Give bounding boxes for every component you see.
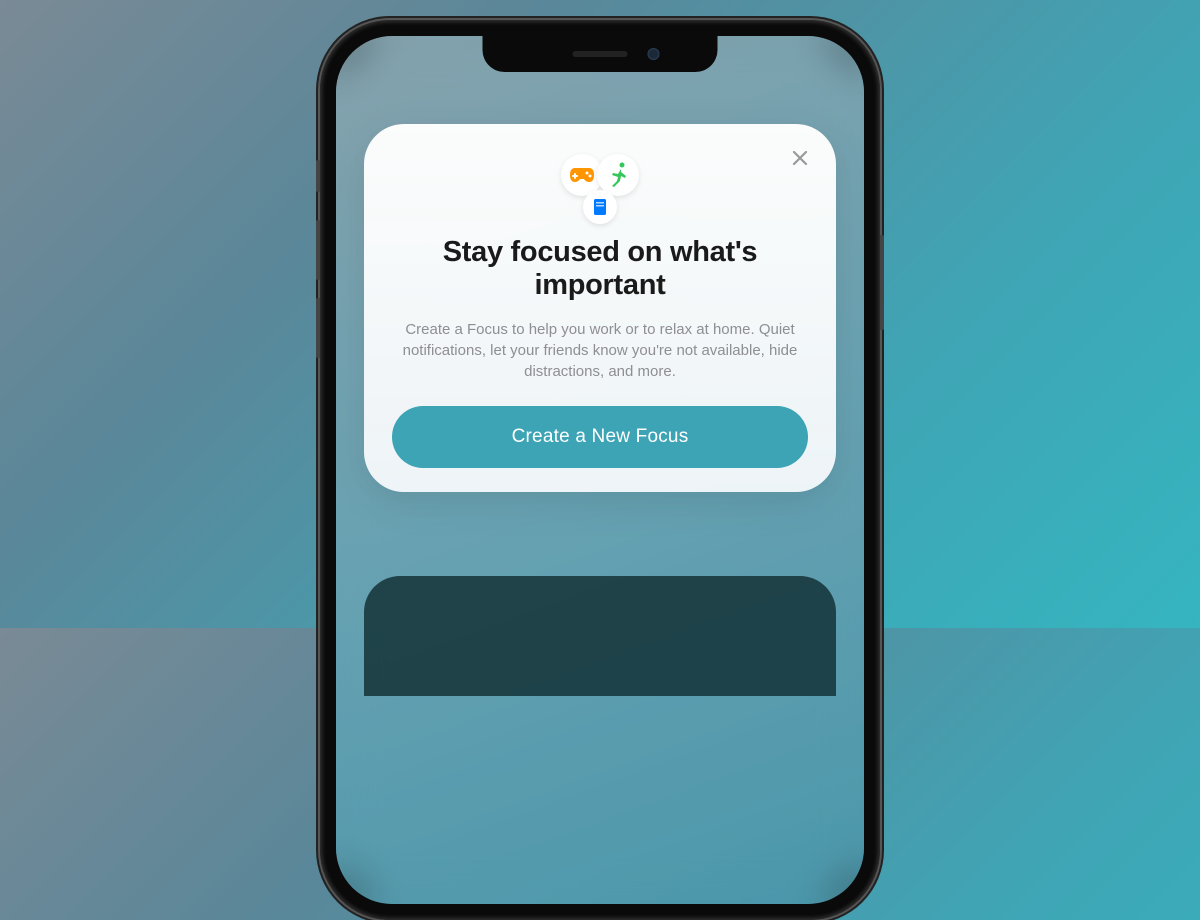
book-icon: [592, 198, 608, 216]
close-icon: [792, 150, 808, 166]
phone-device-frame: Stay focused on what's important Create …: [320, 20, 880, 920]
speaker-grille: [573, 51, 628, 57]
modal-description: Create a Focus to help you work or to re…: [392, 319, 808, 382]
power-button: [880, 235, 884, 330]
front-camera: [648, 48, 660, 60]
volume-up-button: [316, 220, 320, 280]
phone-screen: Stay focused on what's important Create …: [336, 36, 864, 904]
modal-title: Stay focused on what's important: [392, 236, 808, 303]
phone-notch: [483, 36, 718, 72]
gaming-controller-icon: [569, 166, 595, 184]
screen-content: Stay focused on what's important Create …: [336, 36, 864, 904]
focus-icon-cluster: [392, 154, 808, 224]
reading-focus-icon-circle: [583, 190, 617, 224]
running-person-icon: [607, 162, 629, 188]
secondary-card-peek: [364, 576, 836, 696]
create-focus-button[interactable]: Create a New Focus: [392, 406, 808, 468]
close-button[interactable]: [788, 146, 812, 170]
mute-switch: [316, 160, 320, 192]
volume-down-button: [316, 298, 320, 358]
focus-onboarding-modal: Stay focused on what's important Create …: [364, 124, 836, 492]
